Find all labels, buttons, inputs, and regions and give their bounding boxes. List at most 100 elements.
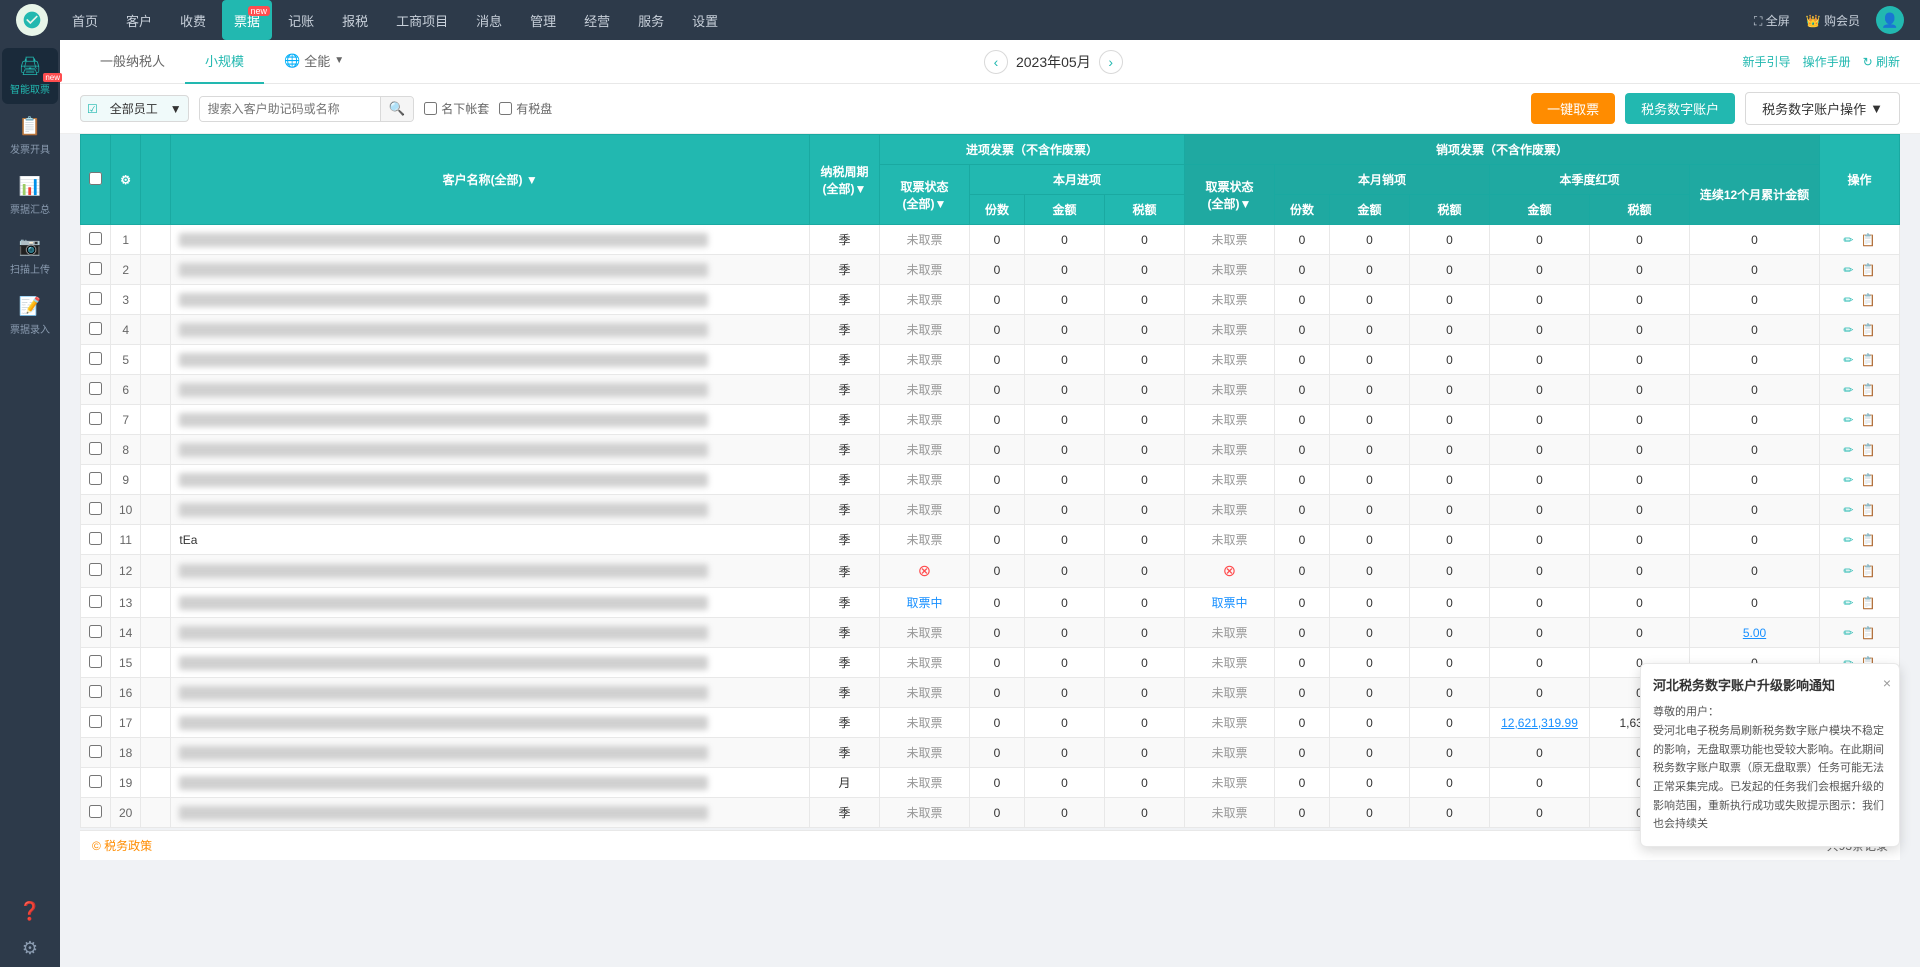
copy-icon[interactable]: 📋 (1861, 233, 1876, 247)
tab-small[interactable]: 小规模 (185, 40, 264, 84)
row-checkbox[interactable] (89, 745, 102, 758)
th-tax-period[interactable]: 纳税周期(全部)▼ (810, 135, 880, 225)
edit-icon[interactable]: ✏ (1843, 413, 1853, 427)
copy-icon[interactable]: 📋 (1861, 263, 1876, 277)
edit-icon[interactable]: ✏ (1843, 533, 1853, 547)
select-all-checkbox[interactable] (89, 172, 102, 185)
one-click-fetch-btn[interactable]: 一键取票 (1531, 93, 1615, 124)
sidebar-item-fetch[interactable]: 🖨 智能取票 new (2, 48, 58, 104)
sidebar-item-help[interactable]: ❓ (2, 893, 58, 930)
row-checkbox[interactable] (89, 232, 102, 245)
refresh-link[interactable]: ↻ 刷新 (1863, 53, 1900, 70)
nav-service[interactable]: 服务 (626, 0, 676, 40)
user-avatar[interactable]: 👤 (1876, 6, 1904, 34)
sidebar-item-summary[interactable]: 📊 票据汇总 (2, 168, 58, 224)
edit-icon[interactable]: ✏ (1843, 263, 1853, 277)
client-search-button[interactable]: 🔍 (380, 97, 414, 121)
copy-icon[interactable]: 📋 (1861, 626, 1876, 640)
nav-client[interactable]: 客户 (114, 0, 164, 40)
nav-industry[interactable]: 工商项目 (384, 0, 460, 40)
manual-link[interactable]: 操作手册 (1803, 53, 1851, 70)
row-checkbox[interactable] (89, 292, 102, 305)
row-checkbox[interactable] (89, 472, 102, 485)
digital-account-btn[interactable]: 税务数字账户 (1625, 93, 1735, 124)
copy-icon[interactable]: 📋 (1861, 533, 1876, 547)
copy-icon[interactable]: 📋 (1861, 596, 1876, 610)
copy-icon[interactable]: 📋 (1861, 564, 1876, 578)
nav-manage[interactable]: 管理 (518, 0, 568, 40)
th-out-status[interactable]: 取票状态(全部)▼ (1185, 165, 1275, 225)
nav-fee[interactable]: 收费 (168, 0, 218, 40)
copy-icon[interactable]: 📋 (1861, 473, 1876, 487)
prev-month-btn[interactable]: ‹ (984, 50, 1008, 74)
nav-home[interactable]: 首页 (60, 0, 110, 40)
row-in-count-cell: 0 (970, 708, 1025, 738)
copy-icon[interactable]: 📋 (1861, 443, 1876, 457)
sidebar-item-scan[interactable]: 📷 扫描上传 (2, 228, 58, 284)
member-btn[interactable]: 👑 购会员 (1806, 12, 1860, 29)
row-checkbox[interactable] (89, 655, 102, 668)
row-checkbox[interactable] (89, 352, 102, 365)
edit-icon[interactable]: ✏ (1843, 323, 1853, 337)
edit-icon[interactable]: ✏ (1843, 383, 1853, 397)
edit-icon[interactable]: ✏ (1843, 293, 1853, 307)
sidebar-item-open[interactable]: 📋 发票开具 (2, 108, 58, 164)
tab-all[interactable]: 🌐 全能 ▼ (264, 40, 364, 84)
edit-icon[interactable]: ✏ (1843, 503, 1853, 517)
nav-accounting[interactable]: 记账 (276, 0, 326, 40)
nav-operation[interactable]: 经营 (572, 0, 622, 40)
row-checkbox[interactable] (89, 382, 102, 395)
row-checkbox[interactable] (89, 322, 102, 335)
row-checkbox[interactable] (89, 412, 102, 425)
row-checkbox[interactable] (89, 532, 102, 545)
staff-selector[interactable]: ☑ 全部员工 ▼ (80, 95, 189, 122)
row-checkbox[interactable] (89, 563, 102, 576)
row-red-amount-cell: 0 (1490, 555, 1590, 588)
pending-status: 未取票 (906, 263, 942, 277)
row-checkbox[interactable] (89, 502, 102, 515)
copy-icon[interactable]: 📋 (1861, 413, 1876, 427)
sidebar-item-settings[interactable]: ⚙ (2, 930, 58, 967)
notification-close-btn[interactable]: × (1883, 672, 1891, 694)
tax-policy-link[interactable]: © 税务政策 (92, 837, 152, 854)
row-out-tax-cell: 0 (1410, 495, 1490, 525)
subordinate-accounts-checkbox[interactable]: 名下帐套 (424, 100, 489, 117)
copy-icon[interactable]: 📋 (1861, 293, 1876, 307)
sidebar-item-entry[interactable]: 📝 票据录入 (2, 288, 58, 344)
nav-ticket[interactable]: 票据 new (222, 0, 272, 40)
edit-icon[interactable]: ✏ (1843, 564, 1853, 578)
row-checkbox[interactable] (89, 685, 102, 698)
client-search-input[interactable] (200, 97, 380, 121)
row-checkbox[interactable] (89, 262, 102, 275)
edit-icon[interactable]: ✏ (1843, 443, 1853, 457)
edit-icon[interactable]: ✏ (1843, 353, 1853, 367)
copy-icon[interactable]: 📋 (1861, 323, 1876, 337)
fullscreen-btn[interactable]: ⛶ 全屏 (1754, 12, 1790, 29)
row-checkbox[interactable] (89, 595, 102, 608)
row-out-amount-cell: 0 (1330, 405, 1410, 435)
digital-account-op-btn[interactable]: 税务数字账户操作 ▼ (1745, 92, 1900, 125)
row-checkbox[interactable] (89, 715, 102, 728)
has-taxpad-checkbox[interactable]: 有税盘 (499, 100, 552, 117)
edit-icon[interactable]: ✏ (1843, 596, 1853, 610)
th-in-status[interactable]: 取票状态(全部)▼ (880, 165, 970, 225)
copy-icon[interactable]: 📋 (1861, 503, 1876, 517)
row-out-tax-cell: 0 (1410, 255, 1490, 285)
edit-icon[interactable]: ✏ (1843, 626, 1853, 640)
edit-icon[interactable]: ✏ (1843, 473, 1853, 487)
row-checkbox[interactable] (89, 442, 102, 455)
tab-general[interactable]: 一般纳税人 (80, 40, 185, 84)
nav-settings[interactable]: 设置 (680, 0, 730, 40)
row-checkbox[interactable] (89, 805, 102, 818)
nav-tax[interactable]: 报税 (330, 0, 380, 40)
new-guide-link[interactable]: 新手引导 (1743, 53, 1791, 70)
copy-icon[interactable]: 📋 (1861, 353, 1876, 367)
row-checkbox[interactable] (89, 625, 102, 638)
nav-message[interactable]: 消息 (464, 0, 514, 40)
next-month-btn[interactable]: › (1099, 50, 1123, 74)
edit-icon[interactable]: ✏ (1843, 233, 1853, 247)
column-settings-icon[interactable]: ⚙ (120, 173, 131, 187)
th-client-name[interactable]: 客户名称(全部) ▼ (171, 135, 810, 225)
copy-icon[interactable]: 📋 (1861, 383, 1876, 397)
row-checkbox[interactable] (89, 775, 102, 788)
